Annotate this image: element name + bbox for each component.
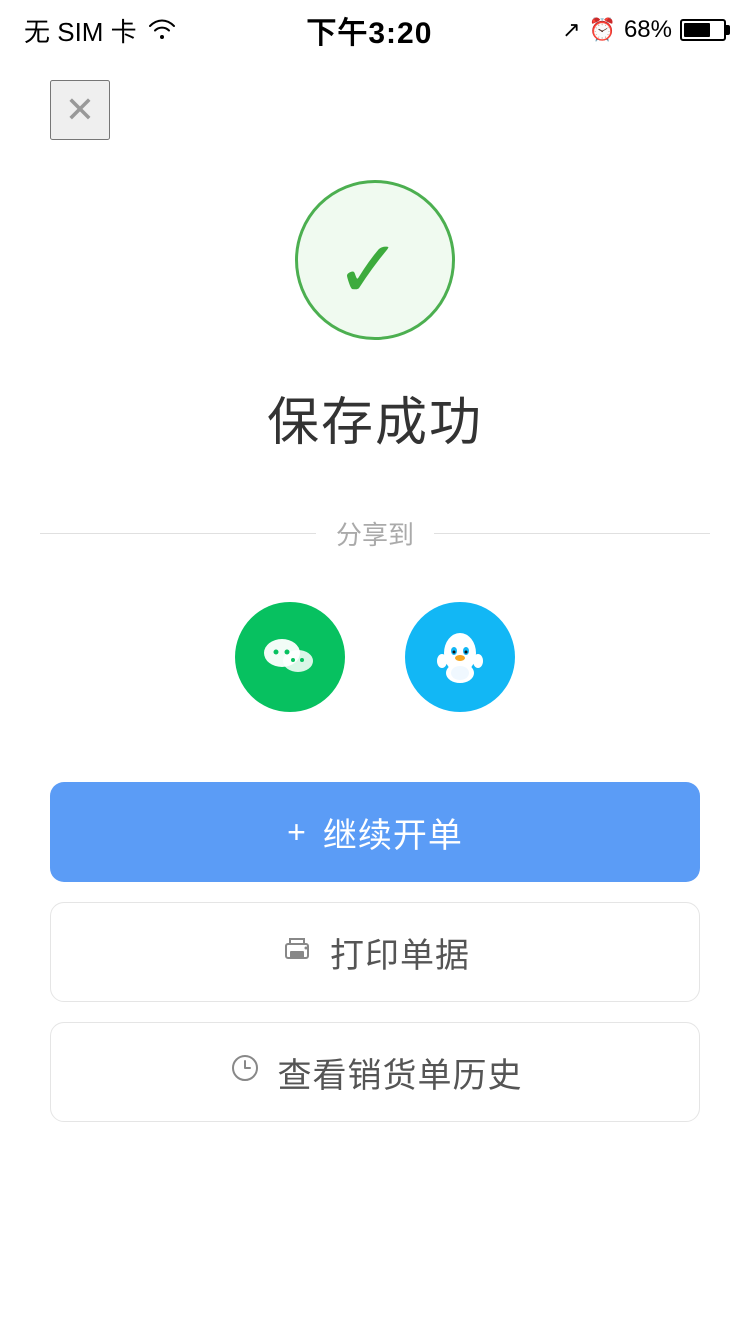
battery-text: 68% xyxy=(624,16,672,44)
view-history-button[interactable]: 查看销货单历史 xyxy=(50,1022,700,1122)
close-icon: ✕ xyxy=(65,89,95,131)
status-bar: 无 SIM 卡 下午3:20 ↗ ⏰ 68% xyxy=(0,0,750,60)
success-circle xyxy=(295,180,455,340)
print-button[interactable]: 打印单据 xyxy=(50,902,700,1002)
share-label: 分享到 xyxy=(316,515,434,552)
plus-icon: + xyxy=(287,814,307,851)
wechat-share-button[interactable] xyxy=(235,602,345,712)
battery-icon xyxy=(680,19,726,41)
wechat-icon xyxy=(258,625,322,689)
location-icon: ↗ xyxy=(562,17,580,43)
checkmark-icon xyxy=(335,230,415,290)
success-title: 保存成功 xyxy=(267,380,483,455)
status-time: 下午3:20 xyxy=(306,8,432,52)
print-icon xyxy=(280,931,314,973)
status-left: 无 SIM 卡 xyxy=(24,12,177,49)
history-icon xyxy=(228,1051,262,1093)
share-icons-container xyxy=(235,602,515,712)
history-label: 查看销货单历史 xyxy=(278,1048,523,1097)
print-label: 打印单据 xyxy=(330,928,470,977)
wifi-icon xyxy=(147,15,177,46)
main-content: ✕ 保存成功 分享到 xyxy=(0,60,750,1334)
carrier-text: 无 SIM 卡 xyxy=(24,12,137,49)
status-right: ↗ ⏰ 68% xyxy=(562,16,726,44)
continue-order-label: 继续开单 xyxy=(323,808,463,857)
qq-icon xyxy=(428,625,492,689)
divider-right xyxy=(434,533,710,534)
alarm-icon: ⏰ xyxy=(589,17,616,43)
qq-share-button[interactable] xyxy=(405,602,515,712)
close-button[interactable]: ✕ xyxy=(50,80,110,140)
divider-left xyxy=(40,533,316,534)
action-buttons: + 继续开单 打印单据 查看销货单历史 xyxy=(40,782,710,1122)
share-divider: 分享到 xyxy=(40,515,710,552)
continue-order-button[interactable]: + 继续开单 xyxy=(50,782,700,882)
